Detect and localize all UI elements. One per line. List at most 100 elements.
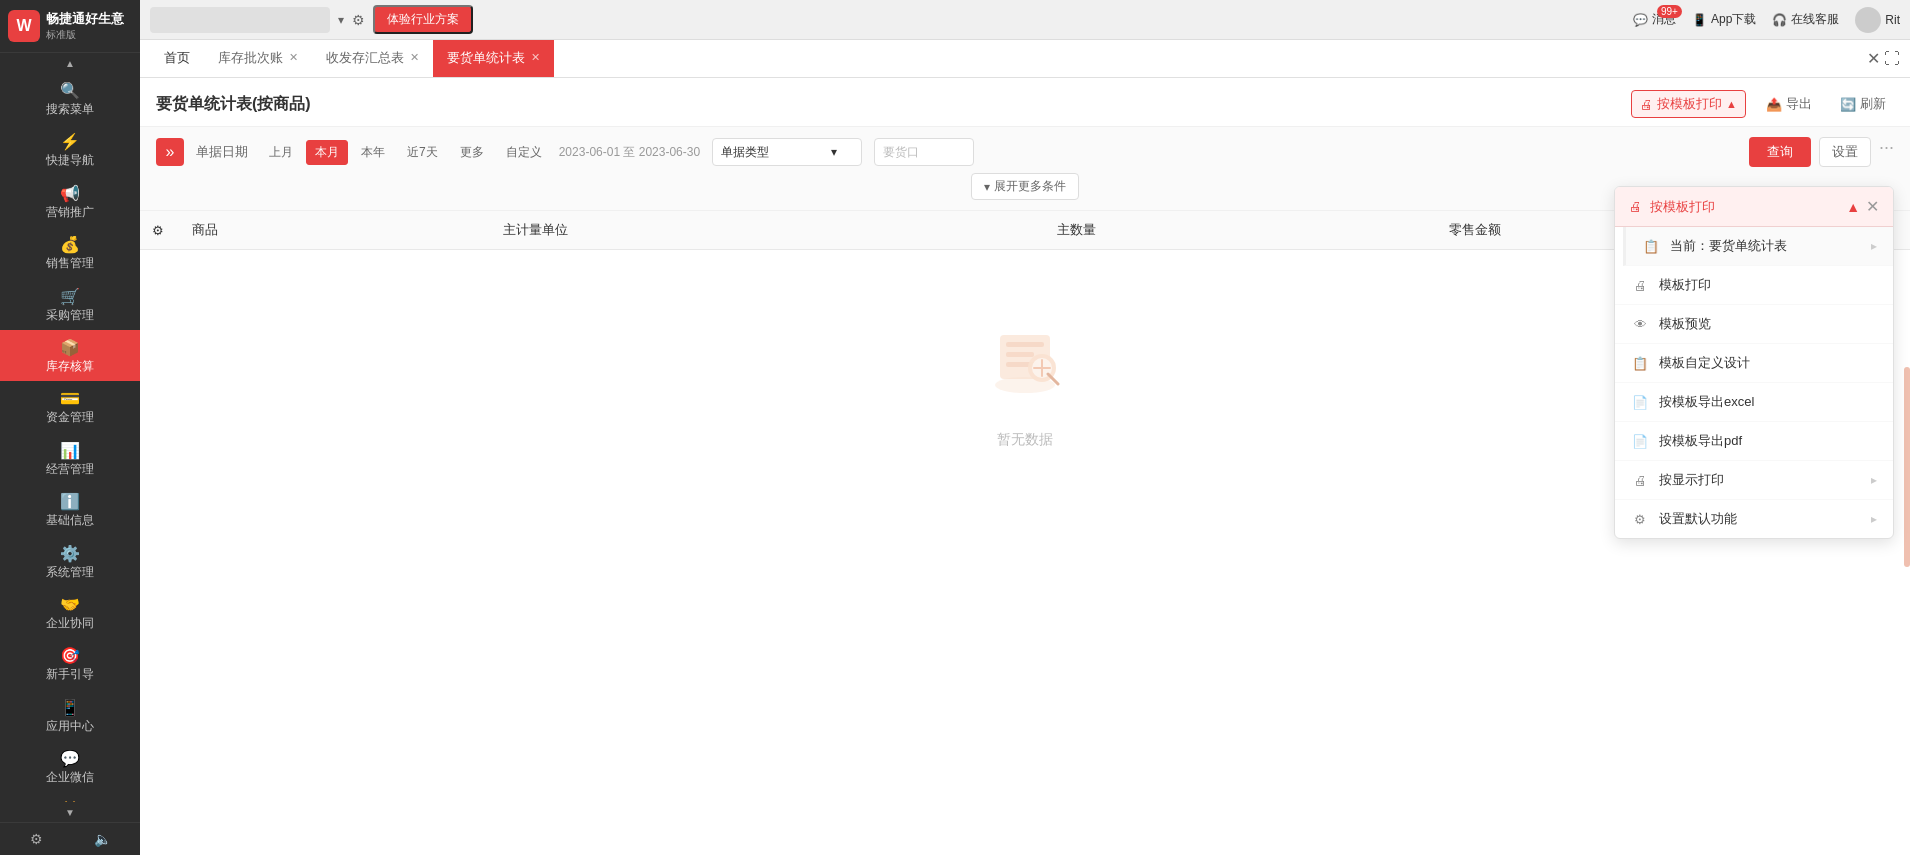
current-template-label: 当前：要货单统计表	[1670, 237, 1787, 255]
sidebar-item-search[interactable]: 🔍 搜索菜单	[0, 73, 140, 124]
display-print-label: 按显示打印	[1659, 471, 1724, 489]
system-icon: ⚙️	[60, 544, 80, 563]
page-content: 要货单统计表(按商品) 🖨 按模板打印 ▲ 📤 导出 🔄 刷新	[140, 78, 1910, 855]
app-version: 标准版	[46, 28, 124, 41]
online-service-btn[interactable]: 🎧 在线客服	[1772, 11, 1839, 28]
window-maximize-btn[interactable]: ⛶	[1884, 50, 1900, 68]
export-excel-label: 按模板导出excel	[1659, 393, 1754, 411]
tab-order-summary[interactable]: 要货单统计表 ✕	[433, 40, 554, 77]
tab-close-receivable[interactable]: ✕	[410, 51, 419, 64]
settings-btn[interactable]: 设置	[1819, 137, 1871, 167]
dropdown-template-print[interactable]: 🖨 模板打印	[1615, 266, 1893, 305]
dropdown-set-default[interactable]: ⚙ 设置默认功能 ▸	[1615, 500, 1893, 538]
sidebar-item-inventory[interactable]: 📦 库存核算	[0, 330, 140, 381]
window-close-btn[interactable]: ✕	[1867, 49, 1880, 68]
dropdown-template-preview[interactable]: 👁 模板预览	[1615, 305, 1893, 344]
sidebar-item-marketing[interactable]: 📢 营销推广	[0, 176, 140, 227]
sidebar-item-collab[interactable]: 🤝 企业协同	[0, 587, 140, 638]
app-name: 畅捷通好生意	[46, 11, 124, 28]
empty-icon	[980, 310, 1070, 419]
sidebar-item-system[interactable]: ⚙️ 系统管理	[0, 536, 140, 587]
query-btn[interactable]: 查询	[1749, 137, 1811, 167]
export-icon: 📤	[1766, 97, 1782, 112]
sidebar-item-sales[interactable]: 💰 销售管理	[0, 227, 140, 278]
tab-close-inventory-batch[interactable]: ✕	[289, 51, 298, 64]
right-scrollbar[interactable]	[1904, 367, 1910, 567]
dropdown-template-custom[interactable]: 📋 模板自定义设计	[1615, 344, 1893, 383]
sidebar-scroll-down[interactable]: ▼	[0, 802, 140, 822]
set-default-chevron-icon: ▸	[1871, 512, 1877, 526]
goods-filter-input[interactable]: 要货口	[874, 138, 974, 166]
apps-icon: 📱	[60, 698, 80, 717]
template-custom-label: 模板自定义设计	[1659, 354, 1750, 372]
current-template-chevron-icon: ▸	[1871, 239, 1877, 253]
topbar: ▾ ⚙ 体验行业方案 💬 消息 99+ 📱 App下载 🎧 在线客服 Rit	[140, 0, 1910, 40]
tab-inventory-batch[interactable]: 库存批次账 ✕	[204, 40, 312, 77]
order-summary-label: 要货单统计表	[447, 49, 525, 67]
date-btn-last-month[interactable]: 上月	[260, 140, 302, 165]
date-group: 上月 本月 本年 近7天 更多 自定义 2023-06-01 至 2023-06…	[260, 140, 700, 165]
dropdown-close-icon[interactable]: ✕	[1866, 197, 1879, 216]
filter-expand-btn[interactable]: »	[156, 138, 184, 166]
dropdown-current-template[interactable]: 📋 当前：要货单统计表 ▸	[1623, 227, 1893, 266]
date-btn-custom[interactable]: 自定义	[497, 140, 551, 165]
sidebar-item-operations[interactable]: 📊 经营管理	[0, 433, 140, 484]
set-default-icon: ⚙	[1631, 512, 1649, 527]
sidebar-item-wechat[interactable]: 💬 企业微信	[0, 741, 140, 792]
user-menu[interactable]: Rit	[1855, 7, 1900, 33]
dropdown-export-pdf[interactable]: 📄 按模板导出pdf	[1615, 422, 1893, 461]
volume-icon[interactable]: 🔈	[94, 831, 111, 847]
message-icon: 💬	[1633, 13, 1648, 27]
page-actions: 🖨 按模板打印 ▲ 📤 导出 🔄 刷新	[1631, 90, 1894, 118]
sidebar-logo: W 畅捷通好生意 标准版	[0, 0, 140, 53]
sidebar-item-basic[interactable]: ℹ️ 基础信息	[0, 484, 140, 535]
date-btn-7days[interactable]: 近7天	[398, 140, 447, 165]
app-download-btn[interactable]: 📱 App下载	[1692, 11, 1756, 28]
sidebar-scroll-up[interactable]: ▲	[0, 53, 140, 73]
message-btn[interactable]: 💬 消息 99+	[1633, 11, 1676, 28]
order-type-chevron-icon: ▾	[831, 145, 837, 159]
print-chevron-up-icon[interactable]: ▲	[1726, 98, 1737, 110]
member-icon: 👑	[60, 800, 80, 802]
date-btn-this-month[interactable]: 本月	[306, 140, 348, 165]
column-settings-icon[interactable]: ⚙	[152, 223, 164, 238]
settings-icon[interactable]: ⚙	[30, 831, 43, 847]
dropdown-display-print[interactable]: 🖨 按显示打印 ▸	[1615, 461, 1893, 500]
sidebar-item-quick-nav[interactable]: ⚡ 快捷导航	[0, 124, 140, 175]
topbar-right: 💬 消息 99+ 📱 App下载 🎧 在线客服 Rit	[1633, 7, 1900, 33]
sidebar-item-member[interactable]: 👑 畅会员	[0, 792, 140, 802]
date-btn-more[interactable]: 更多	[451, 140, 493, 165]
order-type-select[interactable]: 单据类型 ▾	[712, 138, 862, 166]
tab-home[interactable]: 首页	[150, 40, 204, 77]
set-default-label: 设置默认功能	[1659, 510, 1737, 528]
tab-close-order-summary[interactable]: ✕	[531, 51, 540, 64]
topbar-gear-icon[interactable]: ⚙	[352, 12, 365, 28]
tabbar: 首页 库存批次账 ✕ 收发存汇总表 ✕ 要货单统计表 ✕ ✕ ⛶	[140, 40, 1910, 78]
operations-icon: 📊	[60, 441, 80, 460]
sales-icon: 💰	[60, 235, 80, 254]
sidebar-item-finance[interactable]: 💳 资金管理	[0, 381, 140, 432]
trial-btn[interactable]: 体验行业方案	[373, 5, 473, 34]
expand-chevron-icon: ▾	[984, 180, 990, 194]
export-excel-icon: 📄	[1631, 395, 1649, 410]
topbar-search[interactable]	[150, 7, 330, 33]
tab-receivable-summary[interactable]: 收发存汇总表 ✕	[312, 40, 433, 77]
sidebar-item-apps[interactable]: 📱 应用中心	[0, 690, 140, 741]
dropdown-up-icon[interactable]: ▲	[1846, 199, 1860, 215]
print-template-btn[interactable]: 🖨 按模板打印 ▲	[1631, 90, 1746, 118]
svg-rect-3	[1006, 352, 1034, 357]
printer-icon: 🖨	[1640, 97, 1653, 112]
expand-more-btn[interactable]: ▾ 展开更多条件	[971, 173, 1079, 200]
export-btn[interactable]: 📤 导出	[1758, 91, 1820, 117]
home-label: 首页	[164, 49, 190, 67]
sidebar-item-guide[interactable]: 🎯 新手引导	[0, 638, 140, 689]
dropdown-export-excel[interactable]: 📄 按模板导出excel	[1615, 383, 1893, 422]
headset-icon: 🎧	[1772, 13, 1787, 27]
expand-more-label: 展开更多条件	[994, 178, 1066, 195]
date-btn-this-year[interactable]: 本年	[352, 140, 394, 165]
sidebar-bottom: ⚙ 🔈	[0, 822, 140, 855]
refresh-btn[interactable]: 🔄 刷新	[1832, 91, 1894, 117]
topbar-chevron-icon[interactable]: ▾	[338, 13, 344, 27]
sidebar-item-purchase[interactable]: 🛒 采购管理	[0, 279, 140, 330]
more-options-icon[interactable]: ···	[1879, 137, 1894, 167]
